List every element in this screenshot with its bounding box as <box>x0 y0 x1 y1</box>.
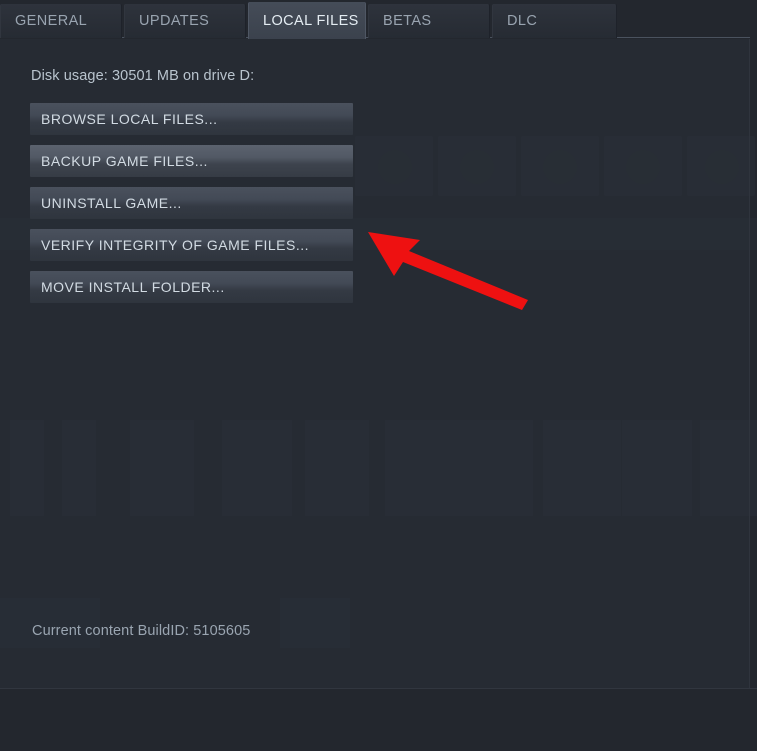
move-install-folder-button[interactable]: MOVE INSTALL FOLDER... <box>30 271 353 303</box>
disk-usage-label: Disk usage: 30501 MB on drive D: <box>31 68 255 84</box>
verify-integrity-of-game-files-button[interactable]: VERIFY INTEGRITY OF GAME FILES... <box>30 229 353 261</box>
uninstall-game-button[interactable]: UNINSTALL GAME... <box>30 187 353 219</box>
tab-local-files[interactable]: LOCAL FILES <box>248 2 366 39</box>
local-files-action-list: BROWSE LOCAL FILES... BACKUP GAME FILES.… <box>30 103 353 313</box>
tab-updates-label: UPDATES <box>139 13 210 29</box>
dialog-footer: CLOSE <box>0 689 757 751</box>
tab-dlc[interactable]: DLC <box>492 4 617 38</box>
browse-local-files-button[interactable]: BROWSE LOCAL FILES... <box>30 103 353 135</box>
tab-general[interactable]: GENERAL <box>0 4 122 38</box>
tab-betas[interactable]: BETAS <box>368 4 490 38</box>
current-content-build-id: Current content BuildID: 5105605 <box>32 623 251 639</box>
tab-updates[interactable]: UPDATES <box>124 4 246 38</box>
tab-local-files-label: LOCAL FILES <box>263 12 359 29</box>
tab-betas-label: BETAS <box>383 13 432 29</box>
game-properties-dialog: GENERAL UPDATES LOCAL FILES BETAS DLC Di… <box>0 0 757 751</box>
tab-bar: GENERAL UPDATES LOCAL FILES BETAS DLC <box>0 0 757 39</box>
backup-game-files-button[interactable]: BACKUP GAME FILES... <box>30 145 353 177</box>
tab-dlc-label: DLC <box>507 13 538 29</box>
tab-general-label: GENERAL <box>15 13 88 29</box>
